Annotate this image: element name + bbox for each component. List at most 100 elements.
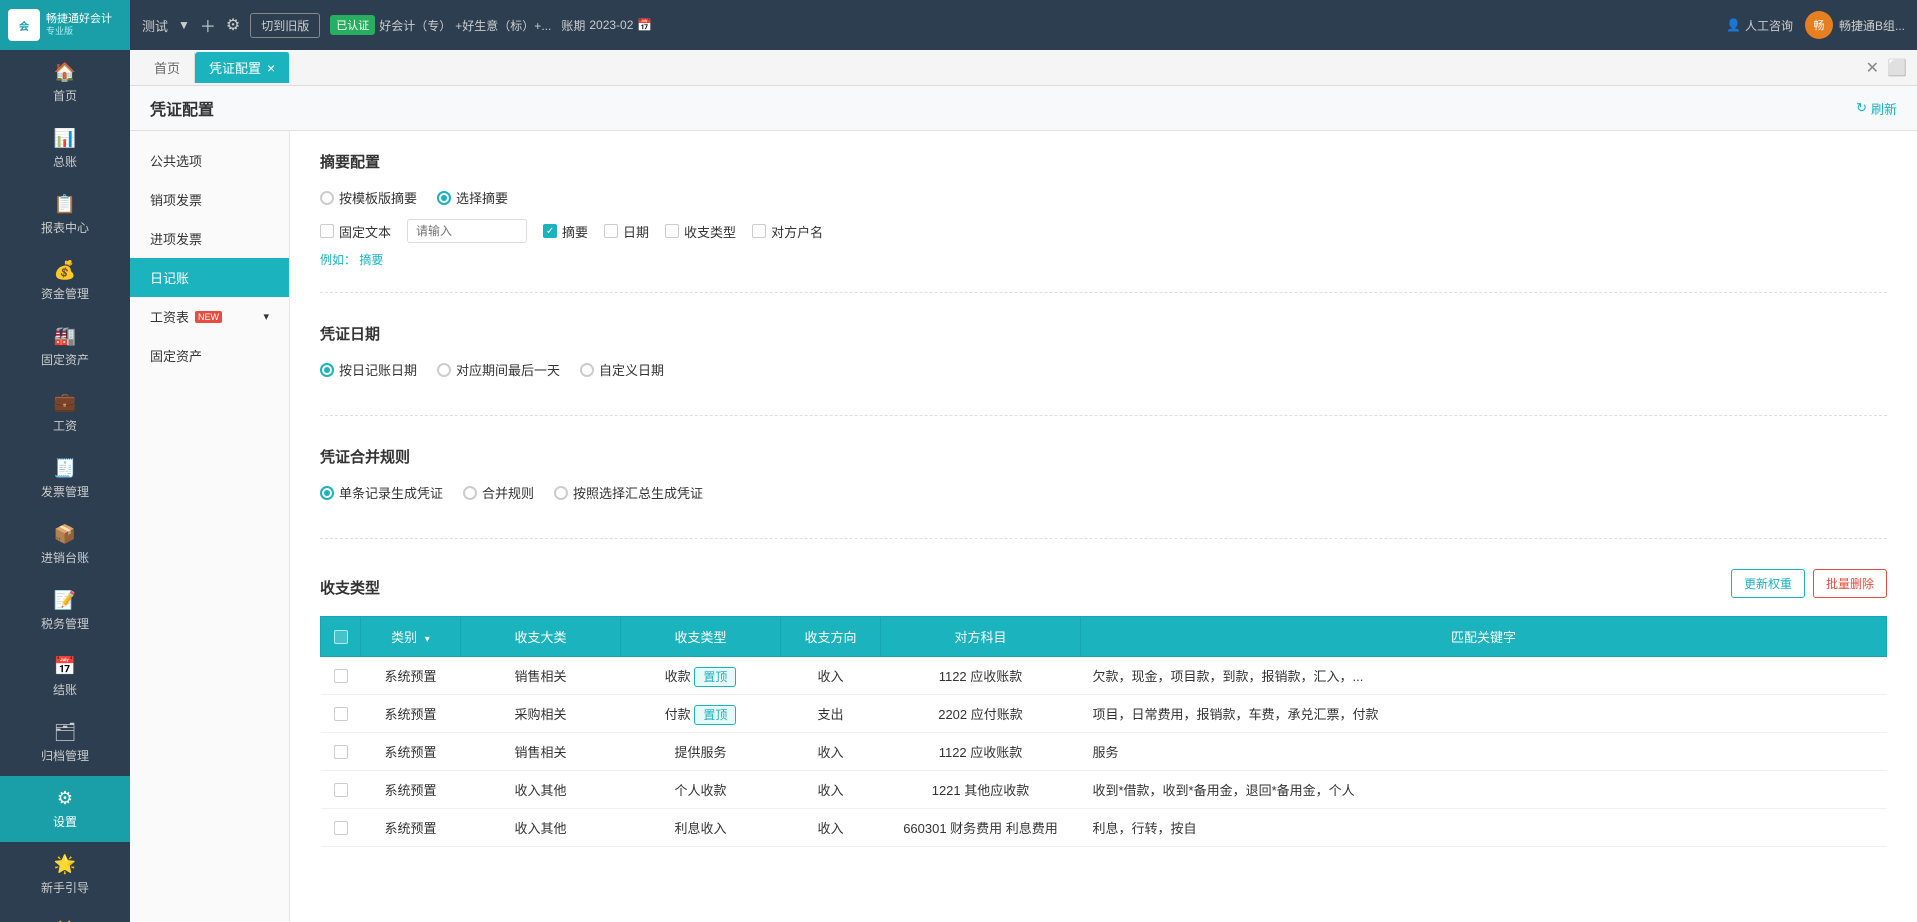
th-category-label: 类别 bbox=[391, 630, 417, 645]
sidebar-item-funds[interactable]: 💰 资金管理 bbox=[0, 248, 130, 314]
nav-payroll-table[interactable]: 工资表 NEW ▾ bbox=[130, 297, 289, 336]
radio-template-label: 按模板版摘要 bbox=[339, 188, 417, 207]
th-account: 对方科目 bbox=[881, 617, 1081, 657]
sidebar-item-payroll[interactable]: 💼 工资 bbox=[0, 380, 130, 446]
th-major: 收支大类 bbox=[461, 617, 621, 657]
radio-journal-date[interactable]: 按日记账日期 bbox=[320, 360, 417, 379]
table-row: 系统预置 收入其他 个人收款 收入 1221 其他应收款 收到*借款，收到*备用… bbox=[321, 771, 1887, 809]
row-type: 提供服务 bbox=[621, 733, 781, 771]
guide-icon: 🌟 bbox=[54, 854, 76, 875]
sidebar-label: 总账 bbox=[53, 153, 77, 170]
sidebar-item-reports[interactable]: 📋 报表中心 bbox=[0, 182, 130, 248]
calendar-icon[interactable]: 📅 bbox=[637, 18, 652, 32]
company-name: 测试 bbox=[142, 16, 168, 35]
gear-icon[interactable]: ⚙ bbox=[226, 15, 240, 35]
th-category[interactable]: 类别 ▾ bbox=[361, 617, 461, 657]
top-tag[interactable]: 置顶 bbox=[694, 705, 736, 725]
radio-template-summary[interactable]: 按模板版摘要 bbox=[320, 188, 417, 207]
sidebar-item-guide[interactable]: 🌟 新手引导 bbox=[0, 842, 130, 908]
row-checkbox-4[interactable] bbox=[321, 771, 361, 809]
logo-sub: 专业版 bbox=[46, 26, 112, 38]
nav-label: 进项发票 bbox=[150, 229, 202, 248]
add-icon[interactable]: ＋ bbox=[200, 13, 216, 37]
tab-home[interactable]: 首页 bbox=[140, 52, 195, 83]
sidebar-item-member[interactable]: 👑 畅会员 bbox=[0, 908, 130, 922]
date-label: 日期 bbox=[623, 222, 649, 241]
logo-icon: 会 bbox=[8, 9, 40, 41]
radio-summary[interactable]: 按照选择汇总生成凭证 bbox=[554, 483, 703, 502]
tab-voucher-config[interactable]: 凭证配置 × bbox=[195, 52, 290, 83]
invoice-icon: 🧾 bbox=[54, 458, 76, 479]
date-check bbox=[604, 224, 618, 238]
sidebar-label: 发票管理 bbox=[41, 483, 89, 500]
radio-select-label: 选择摘要 bbox=[456, 188, 508, 207]
sidebar-item-stock[interactable]: 📦 进销台账 bbox=[0, 512, 130, 578]
category-checkbox[interactable]: 收支类型 bbox=[665, 222, 736, 241]
help-button[interactable]: 👤 人工咨询 bbox=[1726, 17, 1793, 34]
sidebar-item-home[interactable]: 🏠 首页 bbox=[0, 50, 130, 116]
row-direction: 收入 bbox=[781, 657, 881, 695]
radio-merge-rule[interactable]: 合并规则 bbox=[463, 483, 534, 502]
nav-public-options[interactable]: 公共选项 bbox=[130, 141, 289, 180]
switch-version-button[interactable]: 切到旧版 bbox=[250, 13, 320, 38]
minimize-icon[interactable]: ✕ bbox=[1866, 58, 1879, 78]
fixed-text-checkbox[interactable]: 固定文本 bbox=[320, 222, 391, 241]
maximize-icon[interactable]: ⬜ bbox=[1887, 58, 1907, 78]
summary-radio-group: 按模板版摘要 选择摘要 bbox=[320, 188, 1887, 207]
row-checkbox-5[interactable] bbox=[321, 809, 361, 847]
radio-single-label: 单条记录生成凭证 bbox=[339, 483, 443, 502]
sidebar-item-ledger[interactable]: 📊 总账 bbox=[0, 116, 130, 182]
stock-icon: 📦 bbox=[54, 524, 76, 545]
archive-icon: 🗂 bbox=[54, 722, 77, 743]
top-tag[interactable]: 置顶 bbox=[694, 667, 736, 687]
period-value: 2023-02 bbox=[589, 18, 633, 32]
left-nav: 公共选项 销项发票 进项发票 日记账 工资表 NEW ▾ bbox=[130, 131, 290, 922]
row-checkbox-1[interactable] bbox=[321, 657, 361, 695]
update-weight-button[interactable]: 更新权重 bbox=[1731, 569, 1805, 598]
nav-label: 销项发票 bbox=[150, 190, 202, 209]
tab-home-label: 首页 bbox=[154, 61, 180, 76]
example-text: 例如： 摘要 bbox=[320, 251, 1887, 268]
sidebar-item-archive[interactable]: 🗂 归档管理 bbox=[0, 710, 130, 776]
th-major-label: 收支大类 bbox=[514, 630, 566, 645]
radio-single-record[interactable]: 单条记录生成凭证 bbox=[320, 483, 443, 502]
tab-active-label: 凭证配置 bbox=[209, 58, 261, 77]
summary-checkbox[interactable]: ✓ 摘要 bbox=[543, 222, 588, 241]
income-title: 收支类型 bbox=[320, 577, 380, 598]
fixed-text-check bbox=[320, 224, 334, 238]
nav-sales-invoice[interactable]: 销项发票 bbox=[130, 180, 289, 219]
counterpart-checkbox[interactable]: 对方户名 bbox=[752, 222, 823, 241]
dropdown-arrow-icon[interactable]: ▼ bbox=[178, 18, 190, 32]
logo-text: 畅捷通好会计 bbox=[46, 12, 112, 26]
sort-icon: ▾ bbox=[425, 634, 430, 645]
sidebar-label: 报表中心 bbox=[41, 219, 89, 236]
tab-close-icon[interactable]: × bbox=[267, 60, 275, 76]
date-checkbox[interactable]: 日期 bbox=[604, 222, 649, 241]
radio-custom-date[interactable]: 自定义日期 bbox=[580, 360, 664, 379]
radio-journal-circle bbox=[320, 363, 334, 377]
sidebar-item-settings[interactable]: ⚙ 设置 bbox=[0, 776, 130, 842]
batch-delete-button[interactable]: 批量删除 bbox=[1813, 569, 1887, 598]
refresh-button[interactable]: ↻ 刷新 bbox=[1856, 99, 1897, 118]
nav-journal[interactable]: 日记账 bbox=[130, 258, 289, 297]
sidebar-label: 工资 bbox=[53, 417, 77, 434]
top-bar: 测试 ▼ ＋ ⚙ 切到旧版 已认证 好会计（专） +好生意（标）+... 账期 … bbox=[130, 0, 1917, 50]
sidebar-item-close[interactable]: 📅 结账 bbox=[0, 644, 130, 710]
row-account: 1221 其他应收款 bbox=[881, 771, 1081, 809]
radio-select-summary[interactable]: 选择摘要 bbox=[437, 188, 508, 207]
sidebar-item-assets[interactable]: 🏭 固定资产 bbox=[0, 314, 130, 380]
chevron-down-icon: ▾ bbox=[263, 310, 269, 323]
nav-fixed-assets[interactable]: 固定资产 bbox=[130, 336, 289, 375]
sidebar-label: 结账 bbox=[53, 681, 77, 698]
app-logo: 会 畅捷通好会计 专业版 bbox=[0, 0, 130, 50]
sidebar-item-tax[interactable]: 📝 税务管理 bbox=[0, 578, 130, 644]
row-checkbox-3[interactable] bbox=[321, 733, 361, 771]
radio-last-day[interactable]: 对应期间最后一天 bbox=[437, 360, 560, 379]
nav-purchase-invoice[interactable]: 进项发票 bbox=[130, 219, 289, 258]
fixed-text-input[interactable] bbox=[407, 219, 527, 243]
good-biz-label: +好生意（标）+... bbox=[455, 17, 551, 34]
sidebar-item-invoice[interactable]: 🧾 发票管理 bbox=[0, 446, 130, 512]
row-direction: 支出 bbox=[781, 695, 881, 733]
th-select-all[interactable] bbox=[321, 617, 361, 657]
row-checkbox-2[interactable] bbox=[321, 695, 361, 733]
